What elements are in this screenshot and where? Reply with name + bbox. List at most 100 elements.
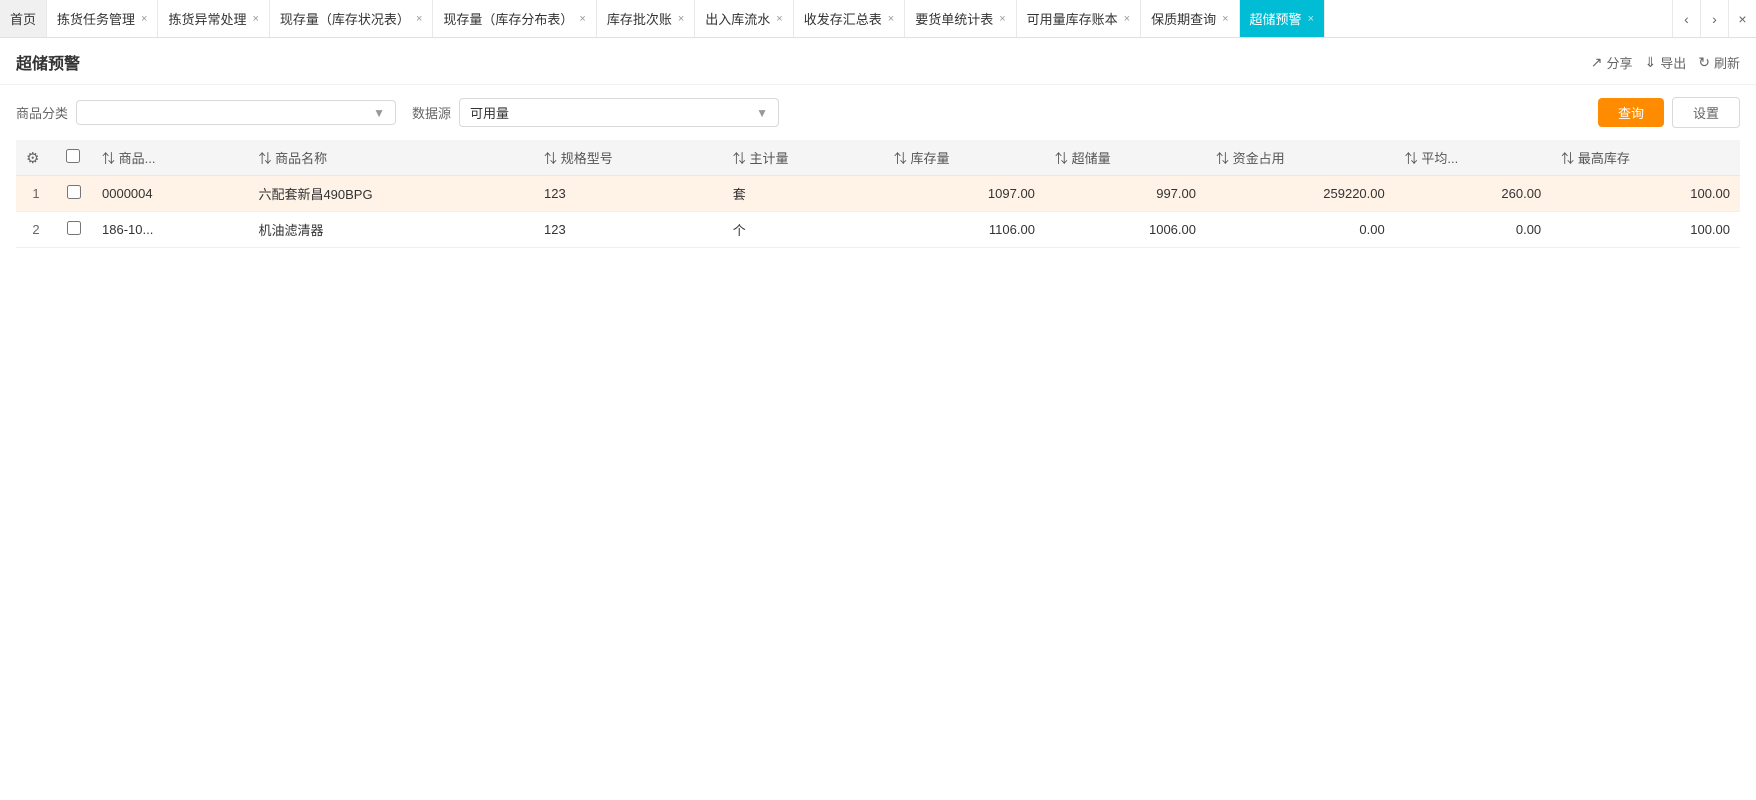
table-header-row: ⚙ ⇅ 商品... ⇅ 商品名称 ⇅ 规格型号 (16, 140, 1740, 176)
close-tab-9[interactable]: × (1124, 13, 1130, 25)
category-dropdown-icon: ▼ (373, 106, 385, 120)
filter-bar: 商品分类 ▼ 数据源 可用量 ▼ 查询 设置 (0, 85, 1756, 140)
table-row: 2 186-10... 机油滤清器 123 个 1106.00 1006.00 … (16, 212, 1740, 248)
row-max-stock-1: 100.00 (1551, 176, 1740, 212)
share-label: 分享 (1606, 53, 1632, 72)
table-body: 1 0000004 六配套新昌490BPG 123 套 1097.00 997.… (16, 176, 1740, 248)
col-spec-label: 规格型号 (561, 151, 613, 166)
close-tab-3[interactable]: × (416, 13, 422, 25)
row-max-stock-2: 100.00 (1551, 212, 1740, 248)
col-gear: ⚙ (16, 140, 56, 176)
col-avg[interactable]: ⇅ 平均... (1395, 140, 1551, 176)
close-tab-4[interactable]: × (579, 13, 585, 25)
settings-button[interactable]: 设置 (1672, 97, 1740, 128)
tab-label-9: 可用量库存账本 (1027, 9, 1118, 28)
col-overstock[interactable]: ⇅ 超储量 (1045, 140, 1206, 176)
close-tab-2[interactable]: × (252, 13, 258, 25)
row-stock-1: 1097.00 (884, 176, 1045, 212)
row-product-name-2: 机油滤清器 (248, 212, 534, 248)
nav-tab-6[interactable]: 出入库流水 × (695, 0, 793, 38)
row-seq-2: 2 (16, 212, 56, 248)
category-select[interactable]: ▼ (76, 100, 396, 125)
col-spec[interactable]: ⇅ 规格型号 (534, 140, 723, 176)
nav-tab-4[interactable]: 现存量（库存分布表） × (433, 0, 596, 38)
nav-prev-button[interactable]: ‹ (1672, 0, 1700, 38)
table-container: ⚙ ⇅ 商品... ⇅ 商品名称 ⇅ 规格型号 (0, 140, 1756, 248)
select-all-checkbox[interactable] (66, 149, 80, 163)
share-button[interactable]: ↗ 分享 (1591, 53, 1633, 72)
nav-tab-9[interactable]: 可用量库存账本 × (1017, 0, 1141, 38)
nav-tab-5[interactable]: 库存批次账 × (597, 0, 695, 38)
nav-tab-10[interactable]: 保质期查询 × (1141, 0, 1239, 38)
nav-arrows: ‹ › × (1672, 0, 1756, 38)
close-tab-5[interactable]: × (678, 13, 684, 25)
gear-settings-icon[interactable]: ⚙ (26, 150, 39, 167)
row-select-1[interactable] (67, 185, 81, 199)
col-stock-label: 库存量 (911, 151, 950, 166)
col-max-stock[interactable]: ⇅ 最高库存 (1551, 140, 1740, 176)
export-button[interactable]: ⇓ 导出 (1645, 53, 1687, 72)
tab-label-6: 出入库流水 (705, 9, 770, 28)
row-overstock-1: 997.00 (1045, 176, 1206, 212)
close-tab-7[interactable]: × (888, 13, 894, 25)
close-tab-11[interactable]: × (1308, 13, 1314, 25)
tab-label-10: 保质期查询 (1151, 9, 1216, 28)
query-button[interactable]: 查询 (1598, 98, 1664, 127)
nav-tab-7[interactable]: 收发存汇总表 × (794, 0, 905, 38)
datasource-select[interactable]: 可用量 ▼ (459, 98, 779, 127)
close-tab-6[interactable]: × (776, 13, 782, 25)
close-tab-8[interactable]: × (999, 13, 1005, 25)
close-tab-10[interactable]: × (1222, 13, 1228, 25)
main-content: 超储预警 ↗ 分享 ⇓ 导出 ↻ 刷新 商品分类 ▼ 数据源 (0, 38, 1756, 800)
col-unit[interactable]: ⇅ 主计量 (723, 140, 884, 176)
row-capital-1: 259220.00 (1206, 176, 1395, 212)
col-product-code-label: 商品... (119, 151, 156, 166)
col-stock[interactable]: ⇅ 库存量 (884, 140, 1045, 176)
category-select-value (87, 105, 365, 120)
export-icon: ⇓ (1645, 54, 1657, 71)
row-select-2[interactable] (67, 221, 81, 235)
row-product-code-1: 0000004 (92, 176, 248, 212)
col-product-name[interactable]: ⇅ 商品名称 (248, 140, 534, 176)
row-avg-2: 0.00 (1395, 212, 1551, 248)
col-unit-label: 主计量 (749, 151, 788, 166)
export-label: 导出 (1660, 53, 1686, 72)
refresh-label: 刷新 (1714, 53, 1740, 72)
close-tab-1[interactable]: × (141, 13, 147, 25)
col-capital-label: 资金占用 (1233, 151, 1285, 166)
nav-tab-8[interactable]: 要货单统计表 × (905, 0, 1016, 38)
page-title: 超储预警 (16, 50, 80, 74)
tab-label-8: 要货单统计表 (915, 9, 993, 28)
tab-label-3: 现存量（库存状况表） (280, 9, 410, 28)
page-header: 超储预警 ↗ 分享 ⇓ 导出 ↻ 刷新 (0, 38, 1756, 85)
tab-label-2: 拣货异常处理 (168, 9, 246, 28)
tab-label-1: 拣货任务管理 (57, 9, 135, 28)
row-avg-1: 260.00 (1395, 176, 1551, 212)
col-avg-label: 平均... (1421, 151, 1458, 166)
nav-close-button[interactable]: × (1728, 0, 1756, 38)
category-label: 商品分类 (16, 103, 68, 122)
row-seq-1: 1 (16, 176, 56, 212)
home-label: 首页 (10, 9, 36, 28)
col-capital[interactable]: ⇅ 资金占用 (1206, 140, 1395, 176)
refresh-icon: ↻ (1698, 54, 1710, 71)
row-stock-2: 1106.00 (884, 212, 1045, 248)
nav-next-button[interactable]: › (1700, 0, 1728, 38)
category-filter: 商品分类 ▼ (16, 100, 396, 125)
tab-label-11: 超储预警 (1250, 9, 1302, 28)
nav-tab-2[interactable]: 拣货异常处理 × (158, 0, 269, 38)
row-spec-1: 123 (534, 176, 723, 212)
col-product-code[interactable]: ⇅ 商品... (92, 140, 248, 176)
nav-tab-11[interactable]: 超储预警 × (1240, 0, 1325, 38)
tab-label-5: 库存批次账 (607, 9, 672, 28)
nav-tab-3[interactable]: 现存量（库存状况表） × (270, 0, 433, 38)
nav-tab-home[interactable]: 首页 (0, 0, 47, 38)
row-product-code-2: 186-10... (92, 212, 248, 248)
row-capital-2: 0.00 (1206, 212, 1395, 248)
filter-actions: 查询 设置 (1598, 97, 1740, 128)
row-unit-1: 套 (723, 176, 884, 212)
col-overstock-label: 超储量 (1072, 151, 1111, 166)
nav-tab-1[interactable]: 拣货任务管理 × (47, 0, 158, 38)
refresh-button[interactable]: ↻ 刷新 (1698, 53, 1740, 72)
col-product-name-label: 商品名称 (275, 151, 327, 166)
